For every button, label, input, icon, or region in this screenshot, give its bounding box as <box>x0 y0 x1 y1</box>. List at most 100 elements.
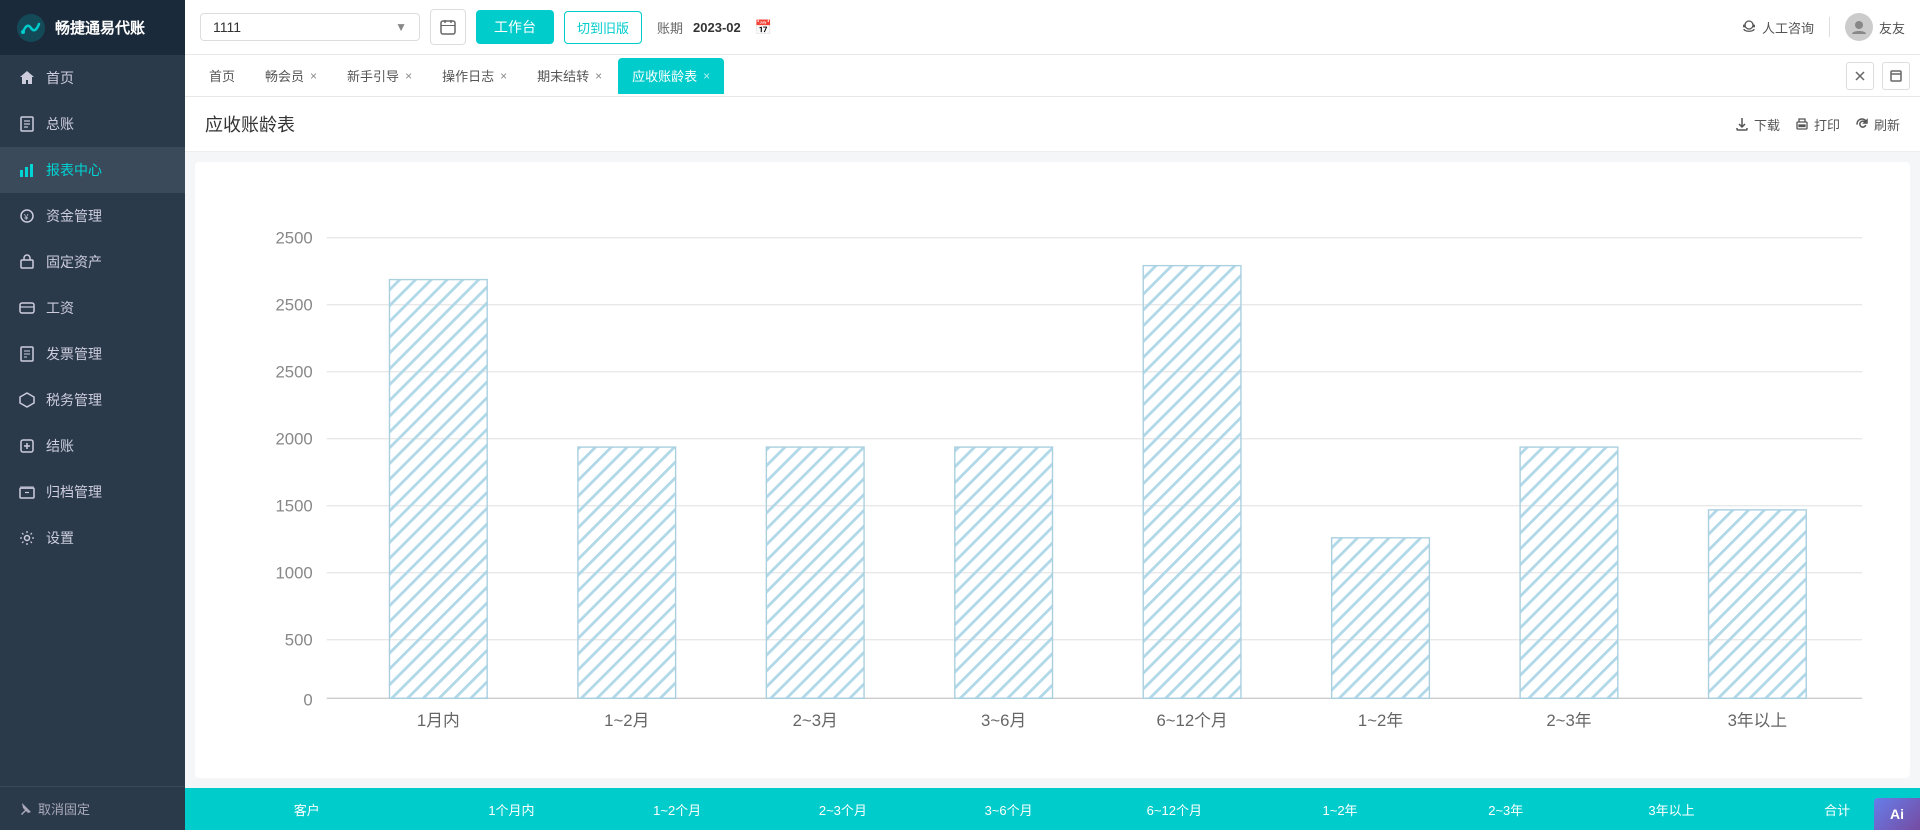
sidebar-item-fund[interactable]: ¥ 资金管理 <box>0 193 185 239</box>
period-value: 2023-02 <box>693 20 741 35</box>
refresh-button[interactable]: 刷新 <box>1855 115 1900 134</box>
sidebar-item-closeaccount[interactable]: 结账 <box>0 423 185 469</box>
header-right: 人工咨询 友友 <box>1741 13 1905 41</box>
sidebar-item-asset[interactable]: 固定资产 <box>0 239 185 285</box>
tab-close-guide[interactable]: × <box>405 69 412 83</box>
sidebar-item-settings[interactable]: 设置 <box>0 515 185 561</box>
svg-text:2500: 2500 <box>275 362 312 381</box>
col-2-3m: 2~3个月 <box>760 800 926 819</box>
tab-membership[interactable]: 畅会员 × <box>251 58 331 94</box>
calendar-icon-btn[interactable] <box>430 9 466 45</box>
invoice-icon <box>18 345 36 363</box>
ledger-icon <box>18 115 36 133</box>
bar-chart: 2500 2500 2500 2000 1500 1000 500 0 <box>215 182 1890 768</box>
svg-text:2~3月: 2~3月 <box>793 711 838 730</box>
tabs-bar: 首页 畅会员 × 新手引导 × 操作日志 × 期末结转 × 应收账龄表 × <box>185 55 1920 97</box>
sidebar-item-tax[interactable]: 税务管理 <box>0 377 185 423</box>
col-6-12m: 6~12个月 <box>1091 800 1257 819</box>
print-button[interactable]: 打印 <box>1795 115 1840 134</box>
consult-button[interactable]: 人工咨询 <box>1741 18 1814 37</box>
chart-area: 2500 2500 2500 2000 1500 1000 500 0 <box>195 162 1910 778</box>
svg-text:3~6月: 3~6月 <box>981 711 1026 730</box>
tabs-right-actions <box>1846 62 1910 90</box>
settings-icon <box>18 529 36 547</box>
svg-text:500: 500 <box>285 630 313 649</box>
page-title: 应收账龄表 <box>205 111 295 137</box>
col-3-6m: 3~6个月 <box>926 800 1092 819</box>
svg-text:3年以上: 3年以上 <box>1728 711 1788 730</box>
cancel-pin-button[interactable]: 取消固定 <box>0 786 185 830</box>
content-header: 应收账龄表 下载 打印 刷新 <box>185 97 1920 152</box>
col-1-2y: 1~2年 <box>1257 800 1423 819</box>
chevron-down-icon: ▼ <box>395 20 407 34</box>
report-icon <box>18 161 36 179</box>
logo-text: 畅捷通易代账 <box>55 17 145 38</box>
svg-text:1~2月: 1~2月 <box>604 711 649 730</box>
workbench-button[interactable]: 工作台 <box>476 10 554 44</box>
period-label: 账期 <box>657 18 683 37</box>
refresh-icon <box>1855 117 1869 131</box>
salary-icon <box>18 299 36 317</box>
svg-text:2~3年: 2~3年 <box>1546 711 1591 730</box>
svg-text:1~2年: 1~2年 <box>1358 711 1403 730</box>
content-area: 应收账龄表 下载 打印 刷新 <box>185 97 1920 830</box>
user-info[interactable]: 友友 <box>1845 13 1905 41</box>
close-icon <box>1854 70 1866 82</box>
headset-icon <box>1741 19 1757 35</box>
tab-home[interactable]: 首页 <box>195 58 249 94</box>
svg-text:1000: 1000 <box>275 563 312 582</box>
col-customer: 客户 <box>185 800 429 819</box>
close-tab-button[interactable] <box>1846 62 1874 90</box>
col-1m: 1个月内 <box>429 800 595 819</box>
tab-guide[interactable]: 新手引导 × <box>333 58 426 94</box>
table-header: 客户 1个月内 1~2个月 2~3个月 3~6个月 6~12个月 1~2年 2~… <box>185 788 1920 830</box>
top-header: 1111 ▼ 工作台 切到旧版 账期 2023-02 📅 人工咨询 友友 <box>185 0 1920 55</box>
home-icon <box>18 69 36 87</box>
asset-icon <box>18 253 36 271</box>
archive-icon <box>18 483 36 501</box>
avatar <box>1845 13 1873 41</box>
switch-old-button[interactable]: 切到旧版 <box>564 11 642 44</box>
sidebar-item-home[interactable]: 首页 <box>0 55 185 101</box>
tab-close-aging[interactable]: × <box>703 69 710 83</box>
sidebar-item-archive[interactable]: 归档管理 <box>0 469 185 515</box>
close-account-icon <box>18 437 36 455</box>
sidebar-item-report[interactable]: 报表中心 <box>0 147 185 193</box>
sidebar-item-ledger[interactable]: 总账 <box>0 101 185 147</box>
maximize-icon <box>1890 70 1902 82</box>
logo: 畅捷通易代账 <box>0 0 185 55</box>
company-selector[interactable]: 1111 ▼ <box>200 13 420 41</box>
svg-text:6~12个月: 6~12个月 <box>1156 711 1227 730</box>
col-2-3y: 2~3年 <box>1423 800 1589 819</box>
download-button[interactable]: 下载 <box>1735 115 1780 134</box>
ai-badge[interactable]: Ai <box>1874 798 1920 830</box>
sidebar-item-invoice[interactable]: 发票管理 <box>0 331 185 377</box>
svg-text:2000: 2000 <box>275 429 312 448</box>
svg-text:¥: ¥ <box>23 213 29 222</box>
download-icon <box>1735 117 1749 131</box>
tab-close-period[interactable]: × <box>595 69 602 83</box>
svg-text:0: 0 <box>303 690 312 709</box>
sidebar-item-salary[interactable]: 工资 <box>0 285 185 331</box>
period-calendar-icon[interactable]: 📅 <box>755 19 772 36</box>
tax-icon <box>18 391 36 409</box>
tab-aging-report[interactable]: 应收账龄表 × <box>618 58 724 94</box>
svg-text:1月内: 1月内 <box>417 711 460 730</box>
tab-close-oplog[interactable]: × <box>500 69 507 83</box>
col-3y-plus: 3年以上 <box>1589 800 1755 819</box>
company-name: 1111 <box>213 19 241 35</box>
maximize-tab-button[interactable] <box>1882 62 1910 90</box>
svg-text:2500: 2500 <box>275 295 312 314</box>
col-1-2m: 1~2个月 <box>594 800 760 819</box>
sidebar: 畅捷通易代账 首页 总账 报表中心 ¥ 资金管理 <box>0 0 185 830</box>
sidebar-nav: 首页 总账 报表中心 ¥ 资金管理 固定资产 <box>0 55 185 786</box>
calendar-icon <box>440 19 456 35</box>
fund-icon: ¥ <box>18 207 36 225</box>
svg-text:1500: 1500 <box>275 496 312 515</box>
print-icon <box>1795 117 1809 131</box>
content-actions: 下载 打印 刷新 <box>1735 115 1900 134</box>
svg-text:2500: 2500 <box>275 228 312 247</box>
tab-period-close[interactable]: 期末结转 × <box>523 58 616 94</box>
tab-oplog[interactable]: 操作日志 × <box>428 58 521 94</box>
tab-close-membership[interactable]: × <box>310 69 317 83</box>
